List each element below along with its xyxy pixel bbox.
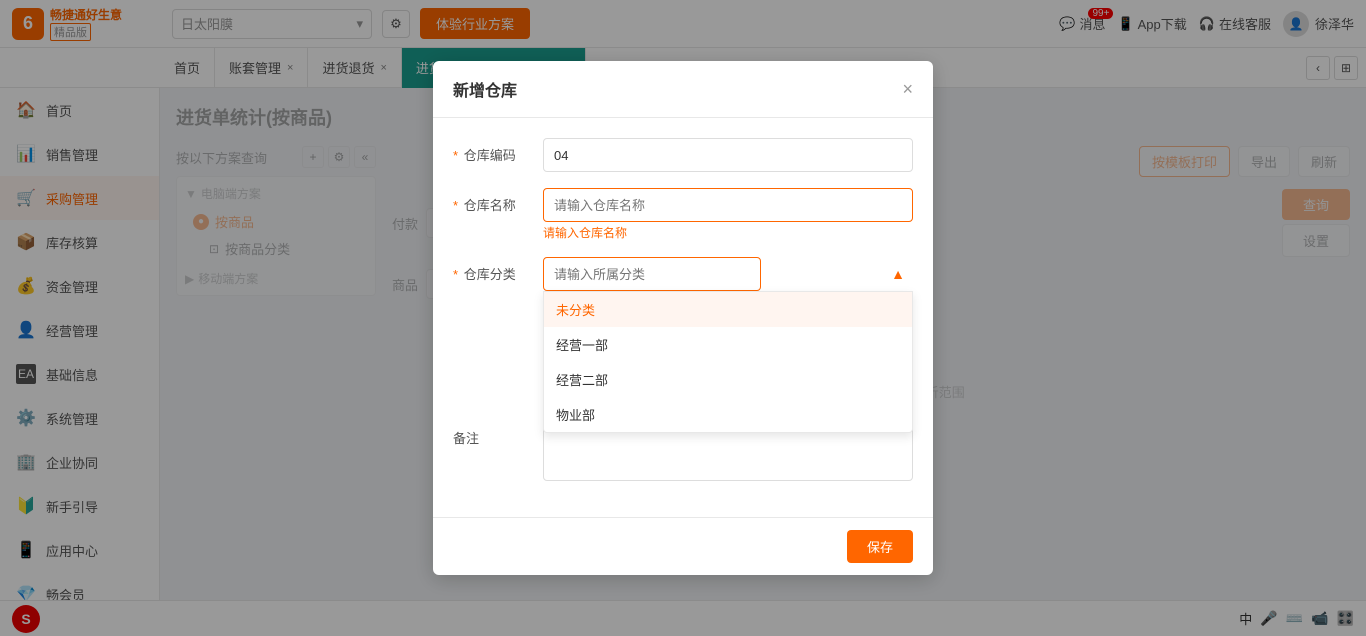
new-warehouse-modal: 新增仓库 × * 仓库编码 * 仓库名称	[433, 61, 933, 575]
modal-header: 新增仓库 ×	[433, 61, 933, 118]
classify-dropdown-toggle[interactable]: ▲	[891, 266, 905, 282]
classify-input[interactable]	[543, 257, 761, 291]
note-label: 备注	[453, 421, 543, 447]
code-input[interactable]	[543, 138, 913, 172]
classify-label: * 仓库分类	[453, 257, 543, 283]
classify-input-wrap: ▲	[543, 257, 913, 291]
code-label: * 仓库编码	[453, 138, 543, 164]
warehouse-name-field: * 仓库名称 请输入仓库名称	[453, 188, 913, 241]
modal-close-button[interactable]: ×	[902, 79, 913, 100]
name-label: * 仓库名称	[453, 188, 543, 214]
warehouse-classify-field: * 仓库分类 ▲ 未分类 经营一部 经营二部 物业部	[453, 257, 913, 291]
modal-body: * 仓库编码 * 仓库名称 请输入仓库名称	[433, 118, 933, 517]
dropdown-item-ops2[interactable]: 经营二部	[544, 362, 912, 397]
classify-dropdown-list: 未分类 经营一部 经营二部 物业部	[543, 291, 913, 433]
dropdown-item-property[interactable]: 物业部	[544, 397, 912, 432]
name-error-msg: 请输入仓库名称	[543, 224, 913, 241]
modal-overlay[interactable]: 新增仓库 × * 仓库编码 * 仓库名称	[0, 0, 1366, 636]
modal-title: 新增仓库	[453, 77, 517, 101]
dropdown-item-ops1[interactable]: 经营一部	[544, 327, 912, 362]
modal-footer: 保存	[433, 517, 933, 575]
save-button[interactable]: 保存	[847, 530, 913, 563]
name-input[interactable]	[543, 188, 913, 222]
dropdown-item-unclassified[interactable]: 未分类	[544, 292, 912, 327]
warehouse-code-field: * 仓库编码	[453, 138, 913, 172]
